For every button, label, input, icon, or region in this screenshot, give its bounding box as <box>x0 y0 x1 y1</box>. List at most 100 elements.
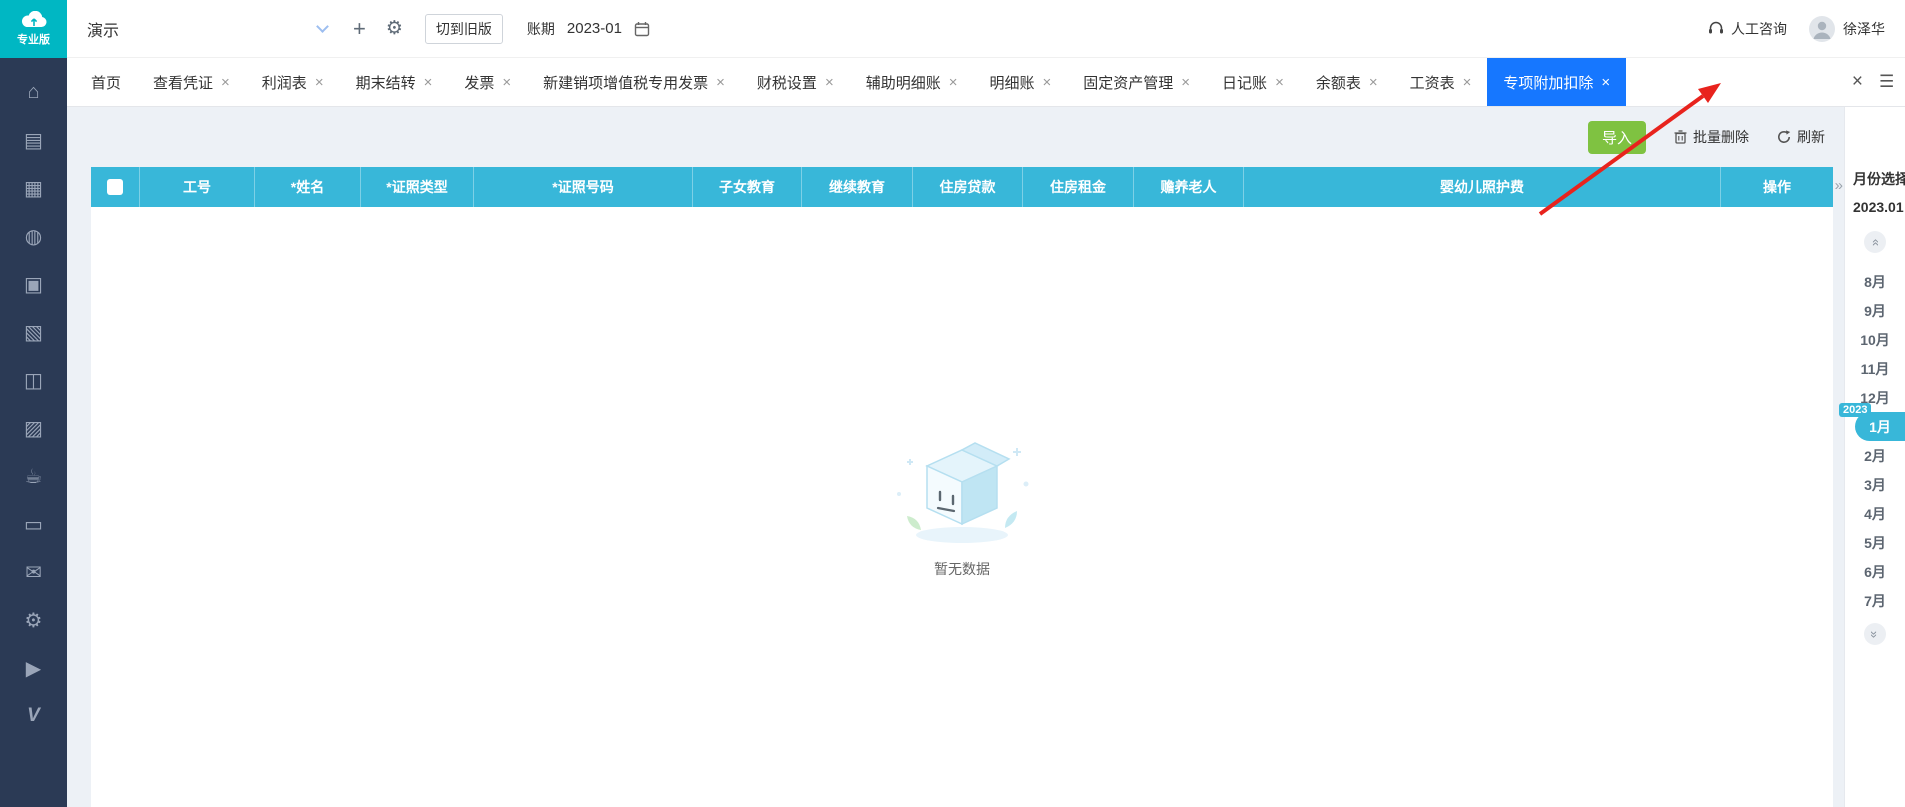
tab-label: 辅助明细账 <box>865 74 941 92</box>
tab-close-icon[interactable]: × <box>716 74 725 91</box>
empty-box-illustration <box>897 442 1029 543</box>
month-6月[interactable]: 6月 <box>1845 557 1905 586</box>
tab-menu-icon[interactable]: ☰ <box>1879 72 1905 92</box>
column-header: *证照类型 <box>361 167 474 207</box>
month-1月[interactable]: 2023 1月 <box>1839 403 1905 441</box>
inbox-icon[interactable]: ✉ <box>0 548 67 596</box>
toolbar: 导入 批量删除 刷新 <box>91 117 1825 157</box>
month-4月[interactable]: 4月 <box>1845 499 1905 528</box>
month-10月[interactable]: 10月 <box>1845 325 1905 354</box>
calendar-icon[interactable] <box>634 21 650 37</box>
tab-财税设置[interactable]: 财税设置 × <box>741 58 850 106</box>
tab-固定资产管理[interactable]: 固定资产管理 × <box>1067 58 1206 106</box>
batch-delete-label: 批量删除 <box>1693 129 1749 145</box>
tab-close-icon[interactable]: × <box>1181 74 1190 91</box>
add-button[interactable]: + <box>353 17 366 40</box>
month-5月[interactable]: 5月 <box>1845 528 1905 557</box>
tab-close-icon[interactable]: × <box>221 74 230 91</box>
month-label: 1月 <box>1869 418 1891 435</box>
tab-辅助明细账[interactable]: 辅助明细账 × <box>850 58 974 106</box>
current-period: 2023.01 <box>1853 199 1904 215</box>
tab-label: 专项附加扣除 <box>1503 74 1594 92</box>
tab-工资表[interactable]: 工资表 × <box>1394 58 1488 106</box>
tab-查看凭证[interactable]: 查看凭证 × <box>137 58 246 106</box>
month-label: 3月 <box>1864 476 1886 493</box>
month-8月[interactable]: 8月 <box>1845 267 1905 296</box>
refresh-button[interactable]: 刷新 <box>1777 127 1825 147</box>
reports-icon[interactable]: ▦ <box>0 164 67 212</box>
tab-首页[interactable]: 首页 <box>75 58 137 106</box>
tab-发票[interactable]: 发票 × <box>448 58 527 106</box>
scroll-down-button[interactable]: » <box>1864 623 1886 645</box>
support-button[interactable]: 人工咨询 <box>1708 19 1787 39</box>
tab-bar-tabs: 首页 查看凭证 × 利润表 × 期末结转 × 发票 × 新建销项增值税专用发票 × 财税设置 × 辅助明细… <box>67 58 1627 106</box>
refresh-icon <box>1778 130 1791 143</box>
month-9月[interactable]: 9月 <box>1845 296 1905 325</box>
salary-icon[interactable]: ◫ <box>0 356 67 404</box>
tab-close-icon[interactable]: × <box>502 74 511 91</box>
tab-利润表[interactable]: 利润表 × <box>246 58 340 106</box>
invoice-icon[interactable]: ▧ <box>0 308 67 356</box>
home-icon[interactable]: ⌂ <box>0 68 67 116</box>
funds-icon[interactable]: ◍ <box>0 212 67 260</box>
month-3月[interactable]: 3月 <box>1845 470 1905 499</box>
column-header: 工号 <box>140 167 255 207</box>
switch-old-version-button[interactable]: 切到旧版 <box>424 13 503 44</box>
column-header: 婴幼儿照护费 <box>1244 167 1721 207</box>
period-value[interactable]: 2023-01 <box>567 20 622 37</box>
tax-icon[interactable]: ☕ <box>0 452 67 500</box>
brand-v-icon[interactable]: V <box>0 692 67 740</box>
select-all-cell <box>91 167 140 207</box>
table-body: 暂无数据 <box>91 207 1833 807</box>
year-badge: 2023 <box>1839 403 1872 417</box>
month-2月[interactable]: 2月 <box>1845 441 1905 470</box>
import-button[interactable]: 导入 <box>1588 120 1646 154</box>
tab-明细账[interactable]: 明细账 × <box>973 58 1067 106</box>
scroll-up-button[interactable]: » <box>1864 231 1886 253</box>
inventory-icon[interactable]: ▣ <box>0 260 67 308</box>
tab-close-icon[interactable]: × <box>1043 74 1052 91</box>
settings-gear-icon[interactable]: ⚙ <box>386 19 403 38</box>
video-icon[interactable]: ▶ <box>0 644 67 692</box>
settings-icon[interactable]: ⚙ <box>0 596 67 644</box>
close-all-tabs-icon[interactable]: × <box>1852 71 1863 93</box>
avatar[interactable] <box>1809 15 1835 42</box>
cloud-upload-icon <box>21 11 46 27</box>
tab-close-icon[interactable]: × <box>825 74 834 91</box>
fixed-assets-icon[interactable]: ▨ <box>0 404 67 452</box>
tab-专项附加扣除[interactable]: 专项附加扣除 × <box>1487 58 1627 106</box>
select-all-checkbox[interactable] <box>107 179 123 195</box>
tab-bar: 首页 查看凭证 × 利润表 × 期末结转 × 发票 × 新建销项增值税专用发票 × 财税设置 × 辅助明细… <box>67 58 1905 107</box>
column-header: *姓名 <box>255 167 361 207</box>
tab-日记账[interactable]: 日记账 × <box>1206 58 1300 106</box>
tab-close-icon[interactable]: × <box>1601 74 1610 91</box>
month-label: 8月 <box>1864 273 1886 290</box>
month-11月[interactable]: 11月 <box>1845 354 1905 383</box>
tab-label: 余额表 <box>1315 74 1361 92</box>
tab-label: 财税设置 <box>756 74 817 92</box>
company-selector[interactable]: 演示 <box>87 17 329 41</box>
tab-close-icon[interactable]: × <box>1275 74 1284 91</box>
app-logo: 专业版 <box>0 0 67 58</box>
username: 徐泽华 <box>1843 20 1885 37</box>
tab-期末结转[interactable]: 期末结转 × <box>340 58 449 106</box>
empty-state-text: 暂无数据 <box>934 561 990 577</box>
voucher-icon[interactable]: ▤ <box>0 116 67 164</box>
month-7月[interactable]: 7月 <box>1845 586 1905 615</box>
tab-close-icon[interactable]: × <box>949 74 958 91</box>
mobile-icon[interactable]: ▭ <box>0 500 67 548</box>
tab-label: 固定资产管理 <box>1083 74 1174 92</box>
tab-close-icon[interactable]: × <box>1463 74 1472 91</box>
batch-delete-button[interactable]: 批量删除 <box>1674 127 1749 147</box>
tab-close-icon[interactable]: × <box>315 74 324 91</box>
tab-close-icon[interactable]: × <box>424 74 433 91</box>
tab-close-icon[interactable]: × <box>1369 74 1378 91</box>
tab-bar-right: × ☰ <box>1852 58 1905 106</box>
panel-collapse-icon[interactable]: » <box>1835 177 1843 194</box>
tab-余额表[interactable]: 余额表 × <box>1300 58 1394 106</box>
month-label: 11月 <box>1860 360 1890 377</box>
tab-label: 期末结转 <box>355 74 416 92</box>
accounting-period: 账期 2023-01 <box>527 19 650 39</box>
month-panel: 月份选择 2023.01 » 8月 9月 10月 11月 12月 2023 1月 2月 3月 4月… <box>1839 107 1905 807</box>
tab-新建销项增值税专用发票[interactable]: 新建销项增值税专用发票 × <box>527 58 741 106</box>
